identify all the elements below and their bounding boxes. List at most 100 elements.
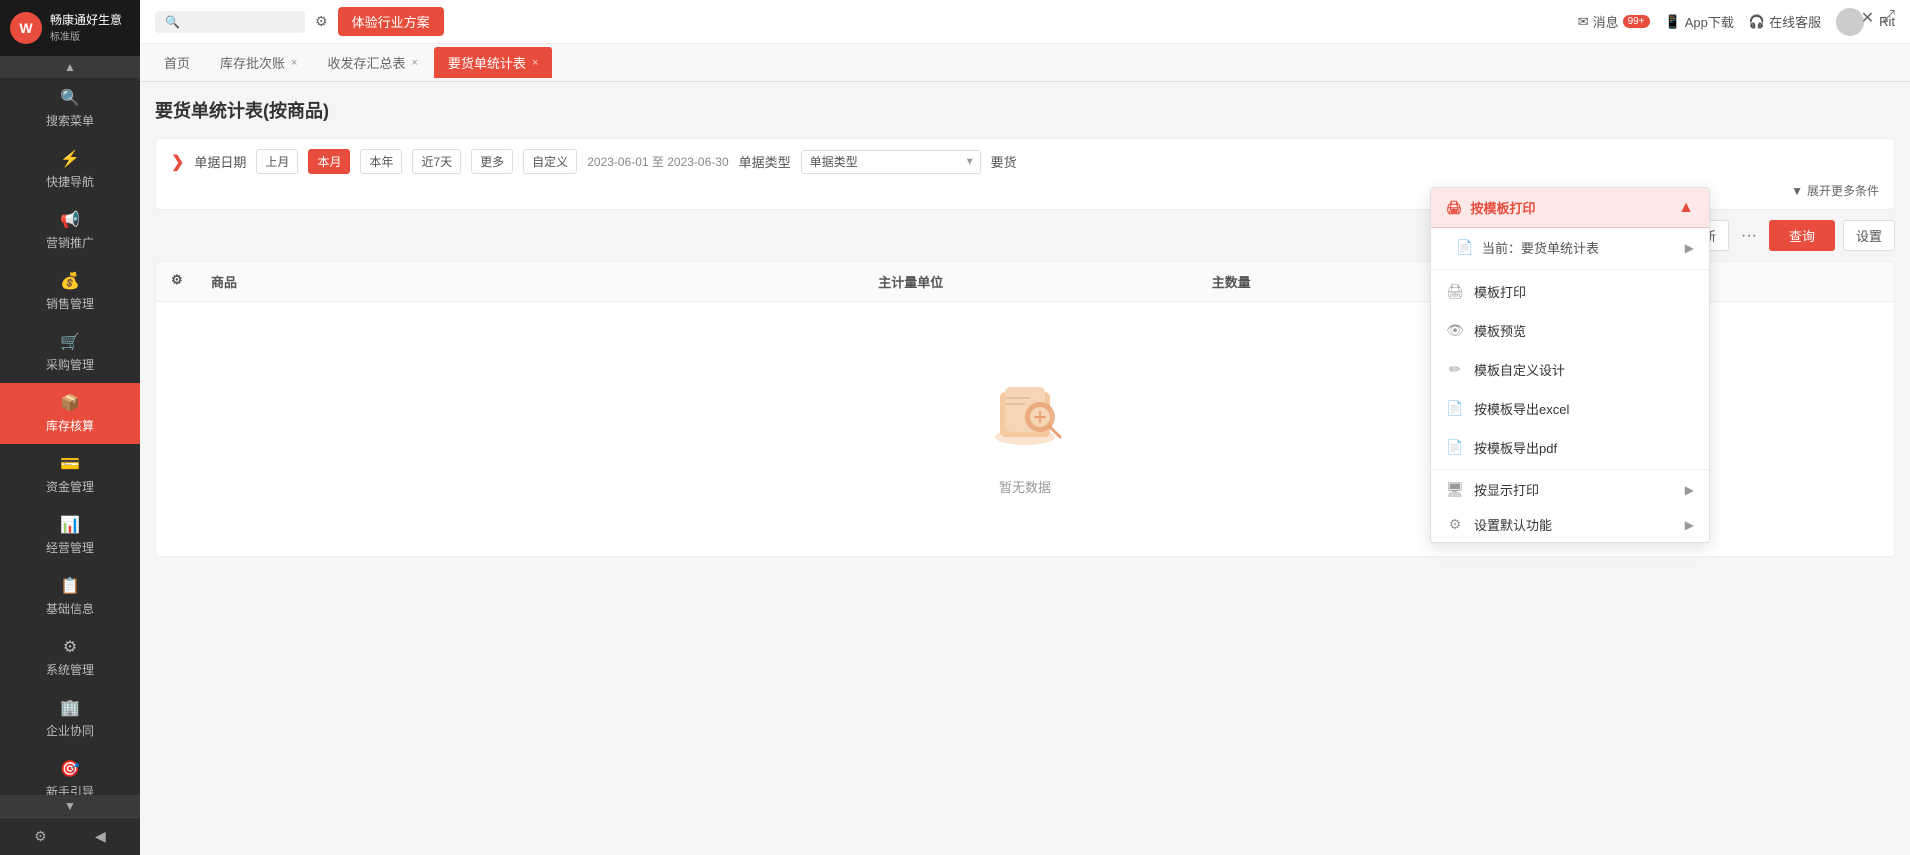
app-logo: W 畅康通好生意 标准版 <box>0 0 140 56</box>
date-last7days-btn[interactable]: 近7天 <box>412 149 461 174</box>
dropdown-display-print[interactable]: 🖥 按显示打印 ▶ <box>1431 472 1709 507</box>
finance-icon: 💳 <box>60 454 80 474</box>
dropdown-current-template[interactable]: 📄 当前：要货单统计表 ▶ <box>1431 228 1709 267</box>
col-product: 商品 <box>211 272 878 291</box>
message-badge: 99+ <box>1623 15 1650 28</box>
sidebar-item-system[interactable]: ⚙ 系统管理 <box>0 627 140 688</box>
sidebar-item-inventory[interactable]: 📦 库存核算 <box>0 383 140 444</box>
window-controls: ✕ ⤢ <box>1861 8 1895 28</box>
order-goods-label: 要货 <box>991 152 1017 171</box>
page-content: 要货单统计表(按商品) ❯ 单据日期 上月 本月 本年 近7天 更多 自定义 2… <box>140 82 1910 855</box>
display-print-icon: 🖥 <box>1446 481 1464 498</box>
dropdown-template-print[interactable]: 🖨 模板打印 <box>1431 272 1709 311</box>
topbar-right: ✉ 消息 99+ 📱 App下载 🎧 在线客服 Rit <box>1578 8 1895 36</box>
bottom-settings-btn[interactable]: ⚙ <box>34 828 47 845</box>
date-current-month-btn[interactable]: 本月 <box>308 149 350 174</box>
sidebar-item-guide[interactable]: 🎯 新手引导 <box>0 749 140 795</box>
sidebar-item-quick-nav[interactable]: ⚡ 快捷导航 <box>0 139 140 200</box>
tab-home[interactable]: 首页 <box>150 47 204 78</box>
expand-more-conditions-btn[interactable]: ▼ 展开更多条件 <box>1791 182 1879 199</box>
window-close-btn[interactable]: ✕ <box>1861 8 1874 28</box>
date-current-year-btn[interactable]: 本年 <box>360 149 402 174</box>
template-preview-icon: 👁 <box>1446 322 1464 339</box>
quick-nav-icon: ⚡ <box>60 149 80 169</box>
current-template-icon: 📄 <box>1456 239 1474 256</box>
app-download-icon: 📱 <box>1665 14 1681 30</box>
search-icon: 🔍 <box>60 88 80 108</box>
marketing-icon: 📢 <box>60 210 80 230</box>
sidebar-item-operations[interactable]: 📊 经营管理 <box>0 505 140 566</box>
tab-collection-summary-close[interactable]: × <box>411 57 417 69</box>
dropdown-template-export-pdf[interactable]: 📄 按模板导出pdf <box>1431 428 1709 467</box>
tabs-bar: 首页 库存批次账 × 收发存汇总表 × 要货单统计表 × ✕ ⤢ <box>140 44 1910 82</box>
tab-order-summary[interactable]: 要货单统计表 × <box>434 47 552 78</box>
display-print-chevron: ▶ <box>1685 483 1694 497</box>
basic-info-icon: 📋 <box>60 576 80 596</box>
date-prev-month-btn[interactable]: 上月 <box>256 149 298 174</box>
export-pdf-icon: 📄 <box>1446 439 1464 456</box>
current-template-chevron: ▶ <box>1685 241 1694 255</box>
dropdown-divider-1 <box>1431 269 1709 270</box>
sidebar-item-purchase[interactable]: 🛒 采购管理 <box>0 322 140 383</box>
headset-icon: 🎧 <box>1749 14 1765 30</box>
message-icon: ✉ <box>1578 14 1589 30</box>
trial-btn[interactable]: 体验行业方案 <box>338 7 444 36</box>
sidebar-item-marketing[interactable]: 📢 营销推广 <box>0 200 140 261</box>
tab-order-summary-close[interactable]: × <box>532 57 538 69</box>
print-header-icon: 🖨 <box>1446 200 1463 216</box>
settings-btn[interactable]: 设置 <box>1843 220 1895 251</box>
order-type-select[interactable]: 单据类型 <box>801 150 981 174</box>
empty-text: 暂无数据 <box>999 477 1051 496</box>
guide-icon: 🎯 <box>60 759 80 779</box>
dropdown-default-function[interactable]: ⚙ 设置默认功能 ▶ <box>1431 507 1709 542</box>
print-dropdown-menu: 🖨 按模板打印 ▲ 📄 当前：要货单统计表 ▶ 🖨 模板打印 <box>1430 187 1710 543</box>
dropdown-close-btn[interactable]: ▲ <box>1678 199 1694 217</box>
tab-collection-summary[interactable]: 收发存汇总表 × <box>313 47 431 78</box>
system-icon: ⚙ <box>63 637 77 657</box>
sidebar-item-enterprise[interactable]: 🏢 企业协同 <box>0 688 140 749</box>
dropdown-header[interactable]: 🖨 按模板打印 ▲ <box>1431 188 1709 228</box>
sales-icon: 💰 <box>60 271 80 291</box>
filter-row-1: ❯ 单据日期 上月 本月 本年 近7天 更多 自定义 2023-06-01 至 … <box>171 149 1879 174</box>
date-filter-label: 单据日期 <box>194 152 246 171</box>
filter-expand-btn[interactable]: ❯ <box>171 152 184 172</box>
sidebar-item-finance[interactable]: 💳 资金管理 <box>0 444 140 505</box>
topbar-search[interactable]: 🔍 <box>155 11 305 33</box>
tab-batch-account[interactable]: 库存批次账 × <box>206 47 311 78</box>
query-btn[interactable]: 查询 <box>1769 220 1835 251</box>
purchase-icon: 🛒 <box>60 332 80 352</box>
window-maximize-btn[interactable]: ⤢ <box>1882 8 1895 28</box>
sidebar-nav: 🔍 搜索菜单 ⚡ 快捷导航 📢 营销推广 💰 销售管理 🛒 采购管理 📦 库存核… <box>0 78 140 795</box>
template-custom-icon: ✏ <box>1446 361 1464 378</box>
topbar-gear-icon[interactable]: ⚙ <box>315 13 328 30</box>
default-function-chevron: ▶ <box>1685 518 1694 532</box>
sidebar-item-basic-info[interactable]: 📋 基础信息 <box>0 566 140 627</box>
date-custom-btn[interactable]: 自定义 <box>523 149 577 174</box>
export-excel-icon: 📄 <box>1446 400 1464 417</box>
topbar-search-icon: 🔍 <box>165 15 180 29</box>
dropdown-template-preview[interactable]: 👁 模板预览 <box>1431 311 1709 350</box>
sidebar-item-search[interactable]: 🔍 搜索菜单 <box>0 78 140 139</box>
topbar: 🔍 ⚙ 体验行业方案 ✉ 消息 99+ 📱 App下载 🎧 在线客服 Rit <box>140 0 1910 44</box>
scroll-down-btn[interactable]: ▼ <box>0 795 140 817</box>
message-btn[interactable]: ✉ 消息 99+ <box>1578 12 1650 31</box>
app-name: 畅康通好生意 <box>50 13 122 29</box>
date-more-btn[interactable]: 更多 <box>471 149 513 174</box>
app-download-btn[interactable]: 📱 App下载 <box>1665 12 1734 31</box>
more-btn[interactable]: ··· <box>1737 223 1761 249</box>
sidebar-item-sales[interactable]: 💰 销售管理 <box>0 261 140 322</box>
page-title: 要货单统计表(按商品) <box>155 97 1895 123</box>
tab-batch-account-close[interactable]: × <box>291 57 297 69</box>
online-service-btn[interactable]: 🎧 在线客服 <box>1749 12 1821 31</box>
expand-more-icon: ▼ <box>1791 184 1803 198</box>
scroll-up-btn[interactable]: ▲ <box>0 56 140 78</box>
col-unit: 主计量单位 <box>878 272 1212 291</box>
main-content: 🔍 ⚙ 体验行业方案 ✉ 消息 99+ 📱 App下载 🎧 在线客服 Rit <box>140 0 1910 855</box>
dropdown-template-export-excel[interactable]: 📄 按模板导出excel <box>1431 389 1709 428</box>
dropdown-template-custom[interactable]: ✏ 模板自定义设计 <box>1431 350 1709 389</box>
sidebar-bottom: ⚙ ◀ <box>0 817 140 855</box>
col-settings[interactable]: ⚙ <box>171 272 211 291</box>
bottom-collapse-btn[interactable]: ◀ <box>95 828 106 845</box>
dropdown-divider-2 <box>1431 469 1709 470</box>
order-type-select-wrapper: 单据类型 ▼ <box>801 150 981 174</box>
